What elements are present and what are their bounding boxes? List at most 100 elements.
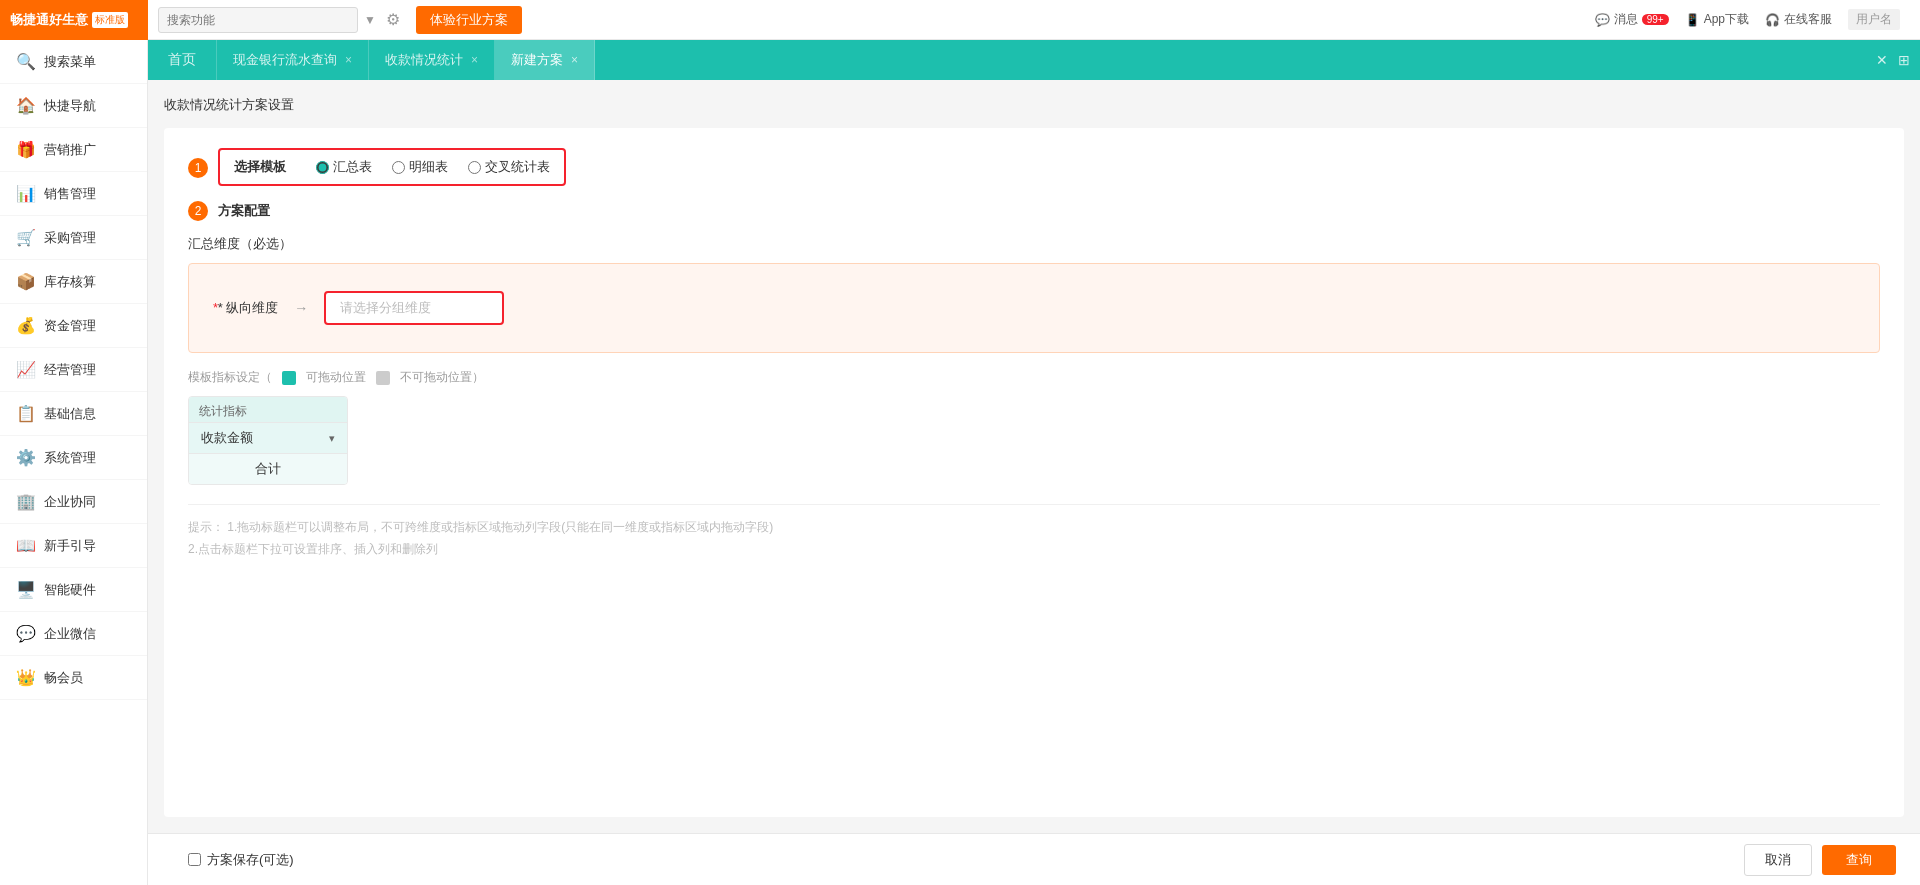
content-area: 首页 现金银行流水查询 × 收款情况统计 × 新建方案 × ✕ ⊞ 收款情况统计… [148, 40, 1920, 885]
sidebar-item-member[interactable]: 👑 畅会员 [0, 656, 147, 700]
save-checkbox[interactable] [188, 853, 201, 866]
sidebar-item-operations[interactable]: 📈 经营管理 [0, 348, 147, 392]
sidebar-item-guide[interactable]: 📖 新手引导 [0, 524, 147, 568]
tab-new-plan[interactable]: 新建方案 × [495, 40, 595, 80]
step1-section: 1 选择模板 汇总表 明细表 交叉统计表 [188, 148, 1880, 186]
system-icon: ⚙️ [16, 448, 36, 467]
tips-line2: 2.点击标题栏下拉可设置排序、插入列和删除列 [188, 539, 1880, 561]
marketing-icon: 🎁 [16, 140, 36, 159]
sidebar-item-enterprise[interactable]: 🏢 企业协同 [0, 480, 147, 524]
step2-badge: 2 [188, 201, 208, 221]
sidebar-item-wechat[interactable]: 💬 企业微信 [0, 612, 147, 656]
wechat-icon: 💬 [16, 624, 36, 643]
tab-bar: 首页 现金银行流水查询 × 收款情况统计 × 新建方案 × ✕ ⊞ [148, 40, 1920, 80]
guide-icon: 📖 [16, 536, 36, 555]
dropdown-arrow[interactable]: ▼ [364, 13, 376, 27]
gear-icon[interactable]: ⚙ [386, 10, 400, 29]
download-item[interactable]: 📱 App下载 [1685, 11, 1749, 28]
tab-close-bank-flow[interactable]: × [345, 53, 352, 67]
tab-bar-right: ✕ ⊞ [1866, 40, 1920, 80]
quick-nav-icon: 🏠 [16, 96, 36, 115]
search-input[interactable] [158, 7, 358, 33]
logo-area: 畅捷通好生意 标准版 [0, 0, 148, 40]
indicator-section: 模板指标设定（ 可拖动位置 不可拖动位置） 统计指标 收款金额 ▾ [188, 369, 1880, 488]
sidebar-item-sales[interactable]: 📊 销售管理 [0, 172, 147, 216]
logo-text: 畅捷通好生意 [10, 11, 88, 29]
tab-home[interactable]: 首页 [148, 40, 217, 80]
draggable-label: 可拖动位置 [306, 369, 366, 386]
step1-badge: 1 [188, 158, 208, 178]
sidebar-item-basic-info[interactable]: 📋 基础信息 [0, 392, 147, 436]
dimension-area: * * 纵向维度 → 请选择分组维度 [188, 263, 1880, 353]
sidebar-item-search-menu[interactable]: 🔍 搜索菜单 [0, 40, 147, 84]
sidebar-item-system[interactable]: ⚙️ 系统管理 [0, 436, 147, 480]
tips-line1: 提示： 1.拖动标题栏可以调整布局，不可跨维度或指标区域拖动列字段(只能在同一维… [188, 517, 1880, 539]
dim-row-label: * * 纵向维度 [213, 299, 278, 317]
sidebar-item-label: 资金管理 [44, 317, 96, 335]
sidebar-item-label: 新手引导 [44, 537, 96, 555]
sales-icon: 📊 [16, 184, 36, 203]
sidebar-item-label: 企业微信 [44, 625, 96, 643]
basic-info-icon: 📋 [16, 404, 36, 423]
tab-close-collection-stats[interactable]: × [471, 53, 478, 67]
enterprise-icon: 🏢 [16, 492, 36, 511]
operations-icon: 📈 [16, 360, 36, 379]
tab-close-window-icon[interactable]: ✕ [1876, 52, 1888, 68]
top-header: 畅捷通好生意 标准版 ▼ ⚙ 体验行业方案 💬 消息 99+ 📱 App下载 🎧… [0, 0, 1920, 40]
indicator-note: 模板指标设定（ 可拖动位置 不可拖动位置） [188, 369, 1880, 386]
service-label: 在线客服 [1784, 11, 1832, 28]
download-icon: 📱 [1685, 13, 1700, 27]
tab-maximize-icon[interactable]: ⊞ [1898, 52, 1910, 68]
service-icon: 🎧 [1765, 13, 1780, 27]
radio-cross[interactable]: 交叉统计表 [468, 158, 550, 176]
service-item[interactable]: 🎧 在线客服 [1765, 11, 1832, 28]
sidebar-item-marketing[interactable]: 🎁 营销推广 [0, 128, 147, 172]
logo-badge: 标准版 [92, 12, 128, 28]
purchase-icon: 🛒 [16, 228, 36, 247]
tab-collection-stats[interactable]: 收款情况统计 × [369, 40, 495, 80]
sidebar-item-inventory[interactable]: 📦 库存核算 [0, 260, 147, 304]
indicator-title-text: 模板指标设定（ [188, 369, 272, 386]
bottom-bar: 方案保存(可选) 取消 查询 [148, 833, 1920, 885]
message-label: 消息 [1614, 11, 1638, 28]
sidebar: 🔍 搜索菜单 🏠 快捷导航 🎁 营销推广 📊 销售管理 🛒 采购管理 📦 库存核… [0, 40, 148, 885]
nondrag-dot [376, 371, 390, 385]
indicator-chevron-icon[interactable]: ▾ [329, 432, 335, 445]
tips-area: 提示： 1.拖动标题栏可以调整布局，不可跨维度或指标区域拖动列字段(只能在同一维… [188, 504, 1880, 560]
sidebar-item-purchase[interactable]: 🛒 采购管理 [0, 216, 147, 260]
sidebar-item-finance[interactable]: 💰 资金管理 [0, 304, 147, 348]
settings-card: 1 选择模板 汇总表 明细表 交叉统计表 [164, 128, 1904, 817]
radio-detail[interactable]: 明细表 [392, 158, 448, 176]
draggable-dot [282, 371, 296, 385]
user-name[interactable]: 用户名 [1848, 9, 1900, 30]
sidebar-item-label: 智能硬件 [44, 581, 96, 599]
radio-summary[interactable]: 汇总表 [316, 158, 372, 176]
sidebar-item-label: 营销推广 [44, 141, 96, 159]
nondrag-label: 不可拖动位置） [400, 369, 484, 386]
dimension-select[interactable]: 请选择分组维度 [324, 291, 504, 325]
query-button[interactable]: 查询 [1822, 845, 1896, 875]
indicator-header[interactable]: 收款金额 ▾ [189, 423, 347, 454]
config-section: 汇总维度（必选） * * 纵向维度 → 请选择分组维度 [188, 235, 1880, 560]
hardware-icon: 🖥️ [16, 580, 36, 599]
step2-section: 2 方案配置 [188, 200, 1880, 221]
indicator-cell-total: 合计 [189, 454, 347, 484]
cancel-button[interactable]: 取消 [1744, 844, 1812, 876]
message-badge: 99+ [1642, 14, 1669, 25]
message-item[interactable]: 💬 消息 99+ [1595, 11, 1669, 28]
message-icon: 💬 [1595, 13, 1610, 27]
step2-label: 方案配置 [218, 202, 270, 220]
tab-close-new-plan[interactable]: × [571, 53, 578, 67]
sidebar-item-hardware[interactable]: 🖥️ 智能硬件 [0, 568, 147, 612]
dim-row: * * 纵向维度 → 请选择分组维度 [213, 291, 504, 325]
sidebar-item-quick-nav[interactable]: 🏠 快捷导航 [0, 84, 147, 128]
tab-bank-flow[interactable]: 现金银行流水查询 × [217, 40, 369, 80]
sidebar-item-label: 经营管理 [44, 361, 96, 379]
header-right: 💬 消息 99+ 📱 App下载 🎧 在线客服 用户名 [1595, 9, 1900, 30]
header-search: ▼ ⚙ 体验行业方案 [148, 6, 1595, 34]
trial-button[interactable]: 体验行业方案 [416, 6, 522, 34]
dimension-title: 汇总维度（必选） [188, 235, 1880, 253]
indicator-table: 统计指标 收款金额 ▾ 合计 [188, 396, 348, 485]
sidebar-item-label: 企业协同 [44, 493, 96, 511]
sidebar-item-label: 采购管理 [44, 229, 96, 247]
